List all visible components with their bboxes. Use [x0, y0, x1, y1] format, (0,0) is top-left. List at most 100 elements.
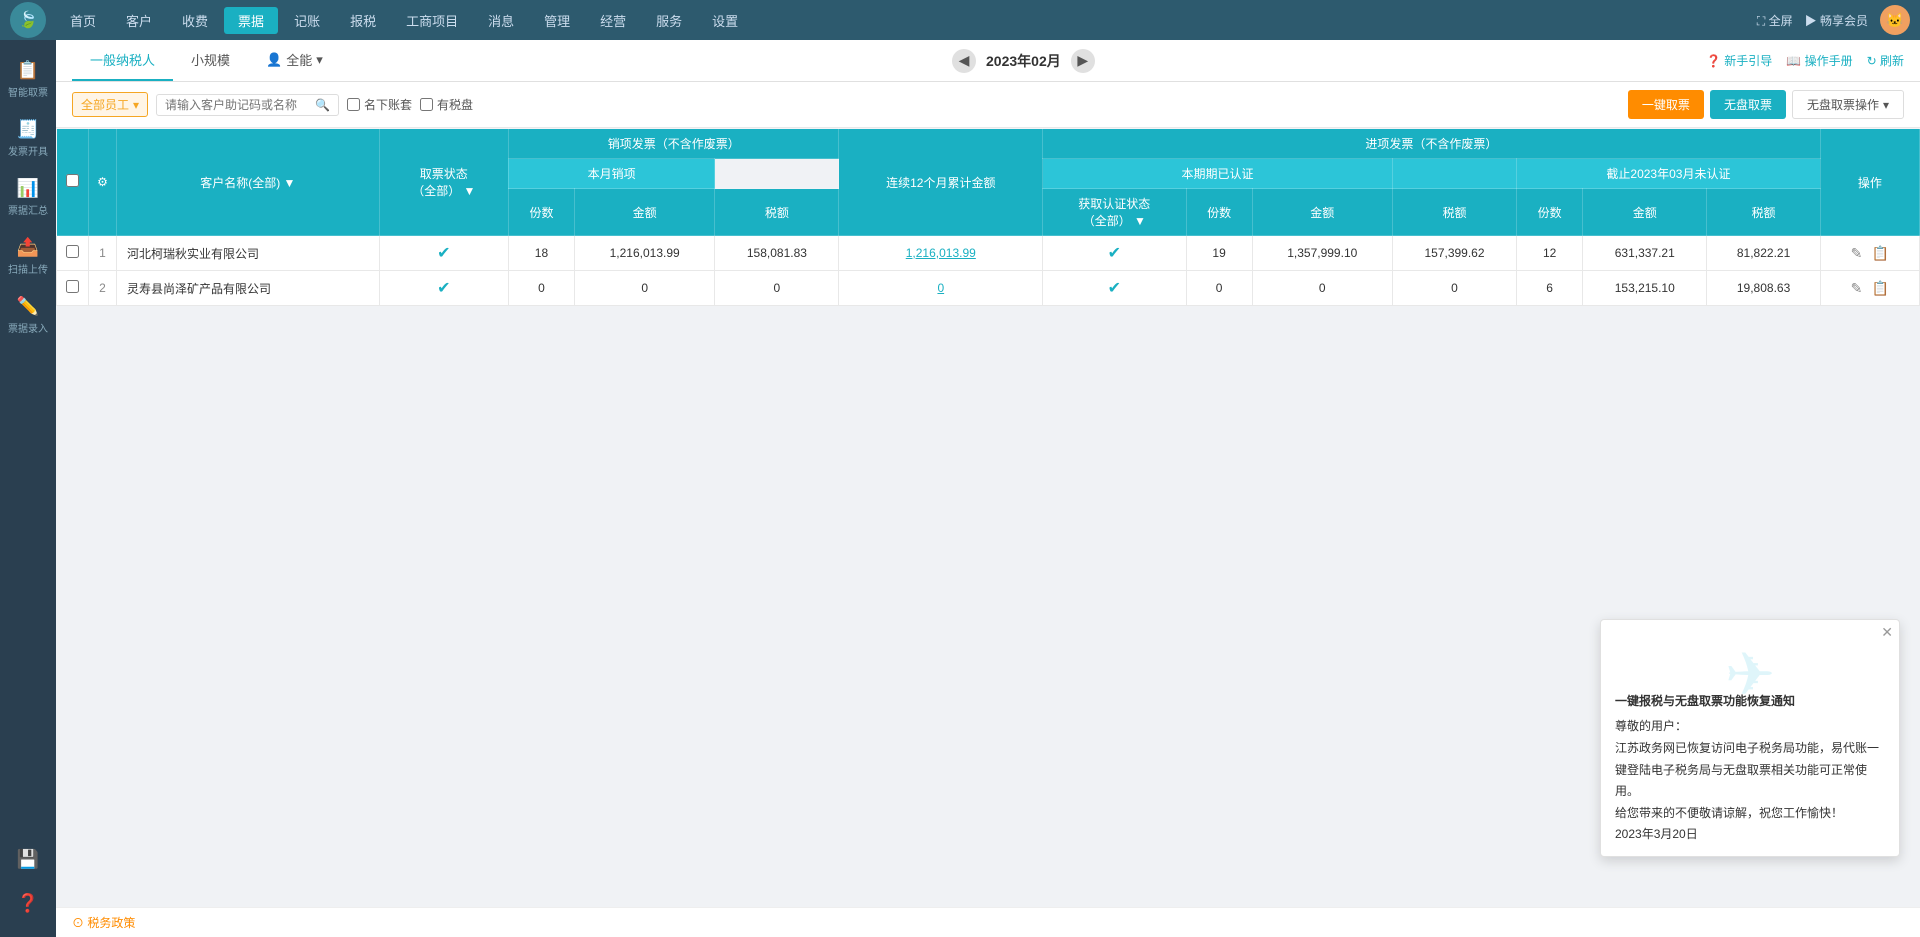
notification-decoration: ✈	[1601, 645, 1899, 705]
nav-manage[interactable]: 管理	[530, 7, 584, 34]
edit-action-btn[interactable]: ✎	[1851, 245, 1863, 261]
notification-text: 江苏政务网已恢复访问电子税务局功能，易代账一键登陆电子税务局与无盘取票相关功能可…	[1615, 738, 1885, 803]
nav-message[interactable]: 消息	[474, 7, 528, 34]
detail-action-btn[interactable]: 📋	[1872, 245, 1889, 261]
col-checkbox-header	[57, 129, 89, 236]
nav-customer[interactable]: 客户	[112, 7, 166, 34]
member-btn[interactable]: ▶ 畅享会员	[1805, 12, 1868, 29]
row-purch-uncert-tax: 81,822.21	[1707, 236, 1820, 271]
notification-apology: 给您带来的不便敬请谅解，祝您工作愉快！	[1615, 803, 1885, 825]
tab-general-taxpayer[interactable]: 一般纳税人	[72, 40, 173, 81]
row-checkbox[interactable]	[57, 271, 89, 306]
row-purch-uncert-count: 6	[1517, 271, 1583, 306]
row-cumulative[interactable]: 0	[839, 271, 1043, 306]
nav-settings[interactable]: 设置	[698, 7, 752, 34]
select-all-checkbox[interactable]	[66, 174, 79, 187]
col-purch-cert-count: 份数	[1186, 189, 1252, 236]
nav-accounting[interactable]: 记账	[280, 7, 334, 34]
manual-btn[interactable]: 📖 操作手册	[1786, 52, 1852, 69]
settings-gear-icon[interactable]: ⚙	[97, 175, 108, 189]
nav-fee[interactable]: 收费	[168, 7, 222, 34]
tax-policy-link[interactable]: ⊙ 税务政策	[72, 914, 135, 931]
tab-all[interactable]: 👤 全能 ▾	[248, 40, 341, 81]
sidebar-item-entry[interactable]: ✏️ 票据录入	[0, 286, 56, 345]
row-sales-amount: 1,216,013.99	[575, 236, 715, 271]
tab-right-actions: ❓ 新手引导 📖 操作手册 ↻ 刷新	[1706, 52, 1904, 69]
toolbar-actions: 一键取票 无盘取票 无盘取票操作 ▾	[1628, 90, 1904, 119]
col-sales-count: 份数	[508, 189, 574, 236]
user-avatar[interactable]: 🐱	[1880, 5, 1910, 35]
row-sales-count: 0	[508, 271, 574, 306]
row-purch-uncert-amount: 153,215.10	[1583, 271, 1707, 306]
row-checkbox[interactable]	[57, 236, 89, 271]
nav-menu: 首页 客户 收费 票据 记账 报税 工商项目 消息 管理 经营 服务 设置	[56, 7, 1757, 34]
nav-operation[interactable]: 经营	[586, 7, 640, 34]
has-tax-disk-filter[interactable]: 有税盘	[420, 96, 473, 113]
period-next-btn[interactable]: ▶	[1071, 49, 1095, 73]
sidebar-label-invoice: 发票开具	[8, 143, 48, 158]
sidebar-item-scan-upload[interactable]: 📤 扫描上传	[0, 227, 56, 286]
ops-dropdown-icon: ▾	[1883, 98, 1889, 112]
nav-tax[interactable]: 报税	[336, 7, 390, 34]
col-purch-uncert-amount: 金额	[1583, 189, 1707, 236]
col-cert-status: 获取认证状态（全部） ▼	[1043, 189, 1186, 236]
no-disk-ops-btn[interactable]: 无盘取票操作 ▾	[1792, 90, 1904, 119]
scan-upload-icon: 📤	[17, 237, 39, 258]
row-purch-cert-count: 0	[1186, 271, 1252, 306]
sidebar-label-smart: 智能取票	[8, 84, 48, 99]
tab-bar: 一般纳税人 小规模 👤 全能 ▾ ◀ 2023年02月 ▶ ❓ 新手引导 📖 操…	[56, 40, 1920, 82]
row-customer-name: 灵寿县尚泽矿产品有限公司	[117, 271, 380, 306]
search-icon[interactable]: 🔍	[315, 98, 330, 112]
cumulative-link[interactable]: 1,216,013.99	[906, 246, 976, 260]
col-settings-header: ⚙	[89, 129, 117, 236]
has-tax-disk-checkbox[interactable]	[420, 98, 433, 111]
invoice-table: ⚙ 客户名称(全部) ▼ 取票状态（全部） ▼ 销项发票（不含作废票） 连续12…	[56, 128, 1920, 306]
row-actions: ✎ 📋	[1820, 236, 1919, 271]
sidebar-item-invoice-issue[interactable]: 🧾 发票开具	[0, 109, 56, 168]
bottom-bar: ⊙ 税务政策	[56, 907, 1920, 937]
under-account-filter[interactable]: 名下账套	[347, 96, 412, 113]
sidebar-label-entry: 票据录入	[8, 320, 48, 335]
filter-label: 全部员工	[81, 96, 129, 113]
row-select-checkbox[interactable]	[66, 245, 79, 258]
col-purch-uncert-count: 份数	[1517, 189, 1583, 236]
under-account-checkbox[interactable]	[347, 98, 360, 111]
no-disk-ticket-btn[interactable]: 无盘取票	[1710, 90, 1786, 119]
col-sales-tax: 税额	[715, 189, 839, 236]
row-purch-cert-count: 19	[1186, 236, 1252, 271]
filter-dropdown-icon: ▾	[133, 98, 139, 112]
sidebar-download[interactable]: 💾	[13, 839, 43, 883]
cert-status-icon: ✔	[1108, 280, 1121, 297]
nav-invoice[interactable]: 票据	[224, 7, 278, 34]
tab-small-scale[interactable]: 小规模	[173, 40, 248, 81]
one-key-ticket-btn[interactable]: 一键取票	[1628, 90, 1704, 119]
row-select-checkbox[interactable]	[66, 280, 79, 293]
row-purch-cert-amount: 0	[1252, 271, 1392, 306]
notification-close-btn[interactable]: ✕	[1881, 624, 1893, 641]
col-customer-name-header: 客户名称(全部) ▼	[117, 129, 380, 236]
sidebar-item-smart-ticket[interactable]: 📋 智能取票	[0, 50, 56, 109]
nav-service[interactable]: 服务	[642, 7, 696, 34]
detail-action-btn[interactable]: 📋	[1872, 280, 1889, 296]
row-purch-cert-tax: 0	[1392, 271, 1516, 306]
employee-filter[interactable]: 全部员工 ▾	[72, 92, 148, 117]
all-tab-icon: 👤	[266, 52, 282, 68]
row-cert-status: ✔	[1043, 271, 1186, 306]
cumulative-link[interactable]: 0	[937, 281, 944, 295]
refresh-btn[interactable]: ↻ 刷新	[1867, 52, 1904, 69]
period-prev-btn[interactable]: ◀	[952, 49, 976, 73]
sidebar-item-summary[interactable]: 📊 票据汇总	[0, 168, 56, 227]
search-box[interactable]: 🔍	[156, 94, 339, 116]
fullscreen-btn[interactable]: ⛶ 全屏	[1757, 12, 1793, 29]
edit-action-btn[interactable]: ✎	[1851, 280, 1863, 296]
nav-home[interactable]: 首页	[56, 7, 110, 34]
row-sales-count: 18	[508, 236, 574, 271]
row-cumulative[interactable]: 1,216,013.99	[839, 236, 1043, 271]
col-action-header: 操作	[1820, 129, 1919, 236]
sidebar-help[interactable]: ❓	[13, 883, 43, 927]
row-number: 2	[89, 271, 117, 306]
nav-business[interactable]: 工商项目	[392, 7, 472, 34]
search-input[interactable]	[165, 98, 315, 112]
new-guide-btn[interactable]: ❓ 新手引导	[1706, 52, 1772, 69]
notification-greeting: 尊敬的用户：	[1615, 716, 1885, 738]
